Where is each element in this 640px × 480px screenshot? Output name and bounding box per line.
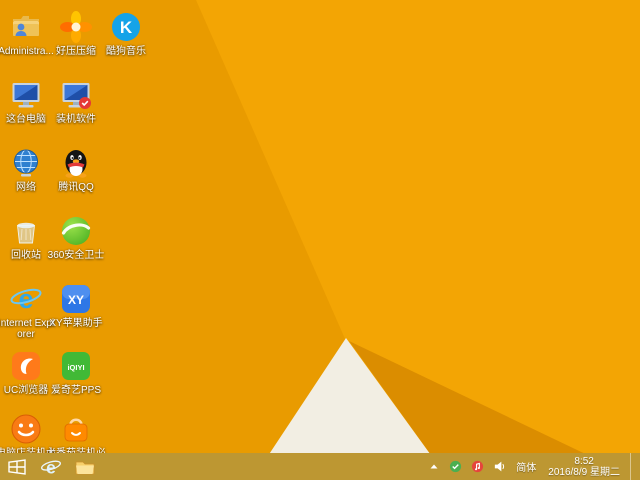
svg-text:XY: XY <box>68 293 84 307</box>
desktop: Administra... 这台电脑 网络 回收站 e Internet Exp… <box>0 0 640 480</box>
svg-text:e: e <box>18 284 33 314</box>
computer-icon <box>12 83 40 108</box>
green-shield-icon <box>59 214 93 248</box>
taskbar: e 简体 8:52 2016/8/9 星期二 <box>0 453 640 480</box>
desktop-icon-zhuangji[interactable]: 装机软件 <box>46 78 106 125</box>
taskbar-clock[interactable]: 8:52 2016/8/9 星期二 <box>545 456 623 478</box>
windows-logo-icon <box>8 458 26 475</box>
uc-browser-icon <box>12 352 40 380</box>
desktop-icon-qq[interactable]: 腾讯QQ <box>46 146 106 193</box>
user-folder-icon <box>13 16 39 36</box>
chevron-up-icon <box>430 464 438 468</box>
folder-icon <box>75 461 95 474</box>
show-desktop-button[interactable] <box>630 453 636 480</box>
pinwheel-icon <box>59 10 93 44</box>
iqiyi-icon: iQIYI <box>59 349 93 383</box>
taskbar-explorer-button[interactable] <box>68 453 102 480</box>
shopping-bag-icon <box>59 412 93 446</box>
desktop-icon-xy-assistant[interactable]: XY XY苹果助手 <box>46 282 106 329</box>
icon-label: 360安全卫士 <box>47 250 105 261</box>
network-globe-icon <box>14 149 38 177</box>
smiley-orange-icon <box>9 412 43 446</box>
ie-icon: e <box>41 457 61 477</box>
recycle-bin-icon <box>9 214 43 248</box>
hidden-icons-button[interactable] <box>426 459 441 474</box>
computer-badge-icon <box>62 83 91 109</box>
tray-music-icon[interactable] <box>470 459 485 474</box>
xy-icon: XY <box>62 285 90 313</box>
ime-indicator[interactable]: 简体 <box>514 459 538 474</box>
icon-label: XY苹果助手 <box>49 318 103 329</box>
icon-label: 腾讯QQ <box>58 182 94 193</box>
ie-icon: e <box>10 284 42 314</box>
iqiyi-icon: iQIYI <box>62 352 90 380</box>
recycle-bin-icon <box>16 222 36 244</box>
kugou-k-icon: K <box>112 13 140 41</box>
icon-label: 爱奇艺PPS <box>50 385 101 396</box>
system-tray: 简体 8:52 2016/8/9 星期二 <box>426 453 640 480</box>
icon-label: 装机软件 <box>56 114 96 125</box>
uc-browser-icon <box>9 349 43 383</box>
start-button[interactable] <box>0 453 34 480</box>
volume-icon[interactable] <box>492 459 507 474</box>
svg-text:e: e <box>46 457 56 477</box>
computer-badge-icon <box>59 78 93 112</box>
clock-date: 2016/8/9 星期二 <box>548 466 620 478</box>
icon-label: 酷狗音乐 <box>106 46 146 57</box>
desktop-icon-360-safety[interactable]: 360安全卫士 <box>46 214 106 261</box>
tray-safety-icon[interactable] <box>448 459 463 474</box>
smiley-orange-icon <box>11 414 41 444</box>
pinwheel-icon <box>60 11 92 43</box>
penguin-icon <box>59 146 93 180</box>
speaker-icon <box>495 461 505 472</box>
green-shield-icon <box>61 217 91 245</box>
desktop-icon-kugou[interactable]: K 酷狗音乐 <box>96 10 156 57</box>
xy-icon: XY <box>59 282 93 316</box>
computer-icon <box>9 78 43 112</box>
penguin-icon <box>65 150 87 178</box>
svg-text:iQIYI: iQIYI <box>67 363 84 372</box>
user-folder-icon <box>9 10 43 44</box>
taskbar-ie-button[interactable]: e <box>34 453 68 480</box>
shopping-bag-icon <box>64 418 88 442</box>
red-music-icon <box>472 460 484 473</box>
ie-icon: e <box>9 282 43 316</box>
svg-text:K: K <box>120 18 133 37</box>
kugou-k-icon: K <box>109 10 143 44</box>
clock-time: 8:52 <box>574 455 594 467</box>
desktop-icon-iqiyi-pps[interactable]: iQIYI 爱奇艺PPS <box>46 349 106 396</box>
green-safety-icon <box>450 460 462 473</box>
network-globe-icon <box>9 146 43 180</box>
